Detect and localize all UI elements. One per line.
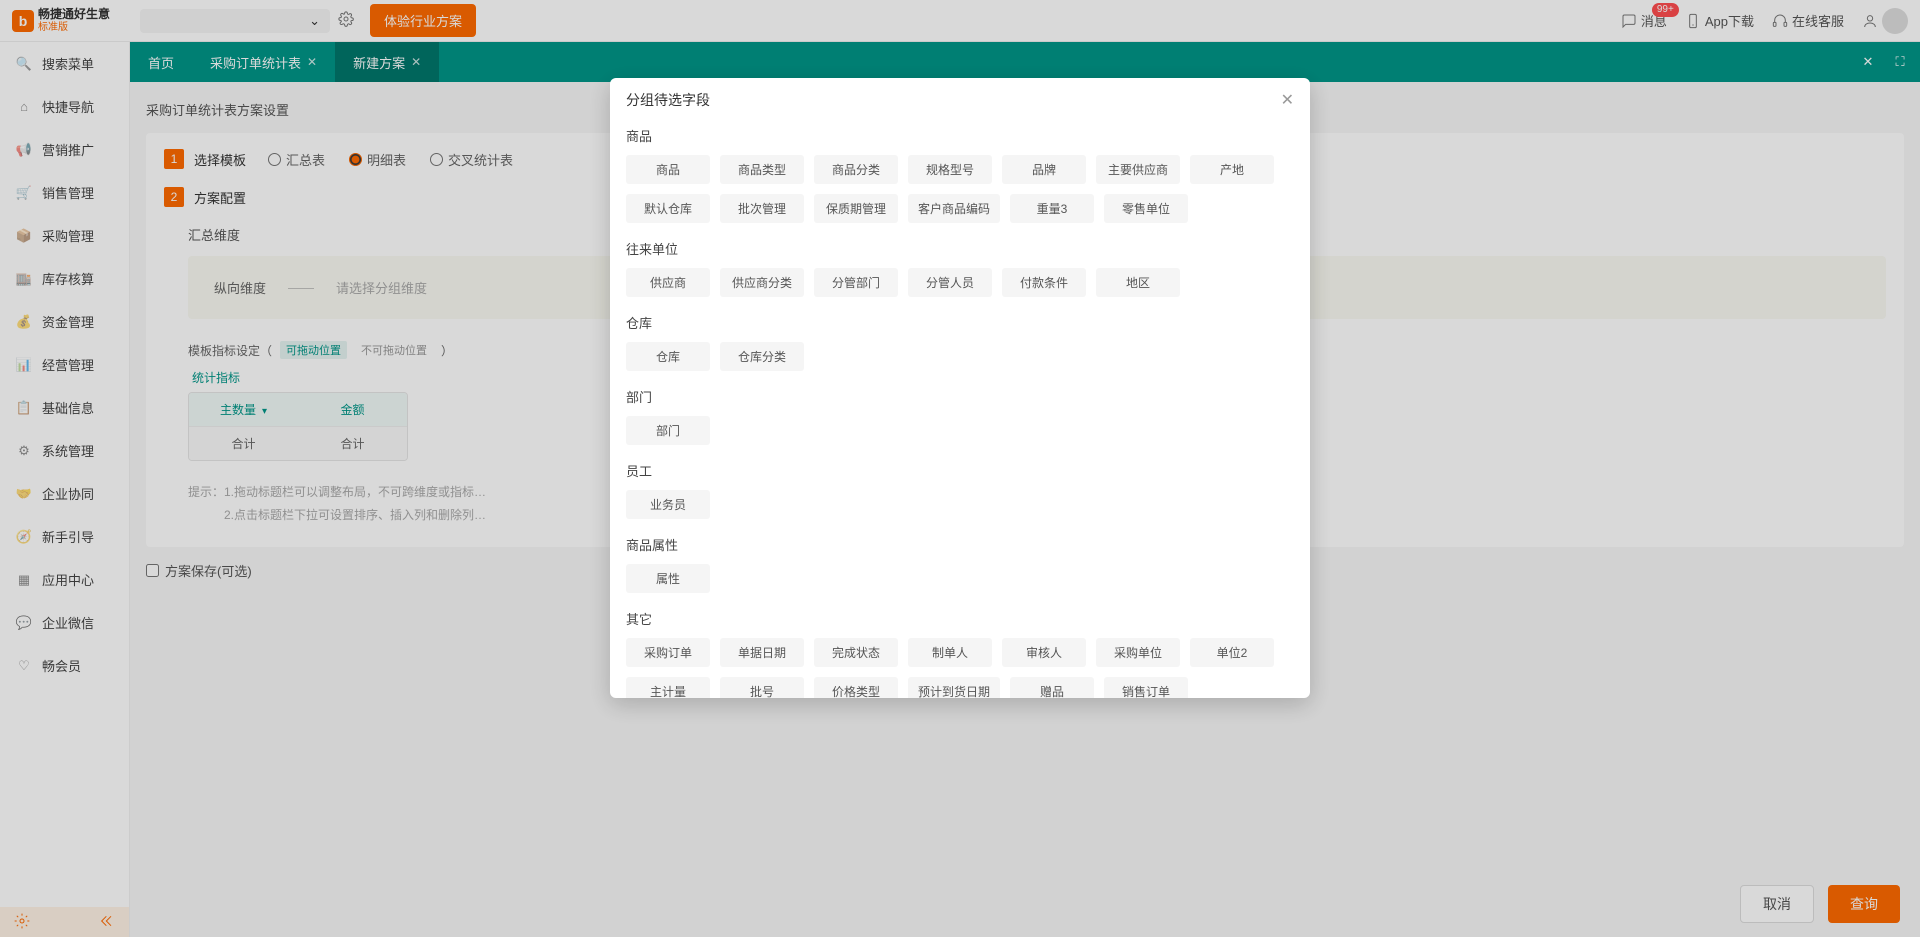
field-pill[interactable]: 主计量 — [626, 677, 710, 698]
field-pill[interactable]: 付款条件 — [1002, 268, 1086, 297]
field-pill[interactable]: 分管部门 — [814, 268, 898, 297]
field-pill[interactable]: 业务员 — [626, 490, 710, 519]
field-pill-row: 部门 — [626, 416, 1294, 445]
field-pill[interactable]: 商品类型 — [720, 155, 804, 184]
field-pill[interactable]: 保质期管理 — [814, 194, 898, 223]
field-pill[interactable]: 规格型号 — [908, 155, 992, 184]
field-pill[interactable]: 批次管理 — [720, 194, 804, 223]
field-pill[interactable]: 批号 — [720, 677, 804, 698]
field-pill[interactable]: 主要供应商 — [1096, 155, 1180, 184]
field-picker-modal: 分组待选字段 ✕ 商品商品商品类型商品分类规格型号品牌主要供应商产地默认仓库批次… — [610, 78, 1310, 698]
field-pill[interactable]: 预计到货日期 — [908, 677, 1000, 698]
field-pill[interactable]: 单位2 — [1190, 638, 1274, 667]
field-pill[interactable]: 产地 — [1190, 155, 1274, 184]
field-pill[interactable]: 属性 — [626, 564, 710, 593]
field-pill-row: 属性 — [626, 564, 1294, 593]
field-pill[interactable]: 地区 — [1096, 268, 1180, 297]
field-group-title: 商品属性 — [626, 535, 1294, 554]
modal-body[interactable]: 商品商品商品类型商品分类规格型号品牌主要供应商产地默认仓库批次管理保质期管理客户… — [610, 120, 1310, 698]
field-group: 其它采购订单单据日期完成状态制单人审核人采购单位单位2 主计量批号价格类型预计到货… — [626, 609, 1294, 698]
field-group: 商品商品商品类型商品分类规格型号品牌主要供应商产地默认仓库批次管理保质期管理客户… — [626, 126, 1294, 223]
field-pill[interactable]: 供应商分类 — [720, 268, 804, 297]
field-pill[interactable]: 赠品 — [1010, 677, 1094, 698]
field-pill[interactable]: 默认仓库 — [626, 194, 710, 223]
field-pill[interactable]: 商品 — [626, 155, 710, 184]
field-pill[interactable]: 完成状态 — [814, 638, 898, 667]
field-group: 商品属性属性 — [626, 535, 1294, 593]
field-pill[interactable]: 供应商 — [626, 268, 710, 297]
field-pill-row: 仓库仓库分类 — [626, 342, 1294, 371]
field-group-title: 员工 — [626, 461, 1294, 480]
field-pill[interactable]: 采购订单 — [626, 638, 710, 667]
field-pill-row: 业务员 — [626, 490, 1294, 519]
modal-title: 分组待选字段 — [626, 90, 710, 110]
field-pill[interactable]: 单据日期 — [720, 638, 804, 667]
field-group-title: 商品 — [626, 126, 1294, 145]
field-group-title: 部门 — [626, 387, 1294, 406]
field-pill[interactable]: 分管人员 — [908, 268, 992, 297]
field-group: 仓库仓库仓库分类 — [626, 313, 1294, 371]
modal-close-icon[interactable]: ✕ — [1281, 90, 1294, 110]
field-pill-row: 供应商供应商分类分管部门分管人员付款条件地区 — [626, 268, 1294, 297]
field-pill[interactable]: 商品分类 — [814, 155, 898, 184]
field-pill[interactable]: 销售订单 — [1104, 677, 1188, 698]
field-group-title: 往来单位 — [626, 239, 1294, 258]
field-pill-row: 商品商品类型商品分类规格型号品牌主要供应商产地默认仓库批次管理保质期管理客户商品… — [626, 155, 1294, 223]
field-group-title: 其它 — [626, 609, 1294, 628]
field-pill[interactable]: 审核人 — [1002, 638, 1086, 667]
field-pill[interactable]: 仓库 — [626, 342, 710, 371]
field-pill[interactable]: 客户商品编码 — [908, 194, 1000, 223]
field-pill[interactable]: 重量3 — [1010, 194, 1094, 223]
modal-mask[interactable]: 分组待选字段 ✕ 商品商品商品类型商品分类规格型号品牌主要供应商产地默认仓库批次… — [0, 0, 1920, 937]
field-pill[interactable]: 采购单位 — [1096, 638, 1180, 667]
field-pill[interactable]: 品牌 — [1002, 155, 1086, 184]
field-pill[interactable]: 零售单位 — [1104, 194, 1188, 223]
field-group: 员工业务员 — [626, 461, 1294, 519]
field-pill[interactable]: 价格类型 — [814, 677, 898, 698]
field-pill-row: 采购订单单据日期完成状态制单人审核人采购单位单位2 主计量批号价格类型预计到货日期… — [626, 638, 1294, 698]
field-group-title: 仓库 — [626, 313, 1294, 332]
field-pill[interactable]: 部门 — [626, 416, 710, 445]
modal-header: 分组待选字段 ✕ — [610, 78, 1310, 120]
field-pill[interactable]: 仓库分类 — [720, 342, 804, 371]
field-pill[interactable]: 制单人 — [908, 638, 992, 667]
field-group: 往来单位供应商供应商分类分管部门分管人员付款条件地区 — [626, 239, 1294, 297]
field-group: 部门部门 — [626, 387, 1294, 445]
